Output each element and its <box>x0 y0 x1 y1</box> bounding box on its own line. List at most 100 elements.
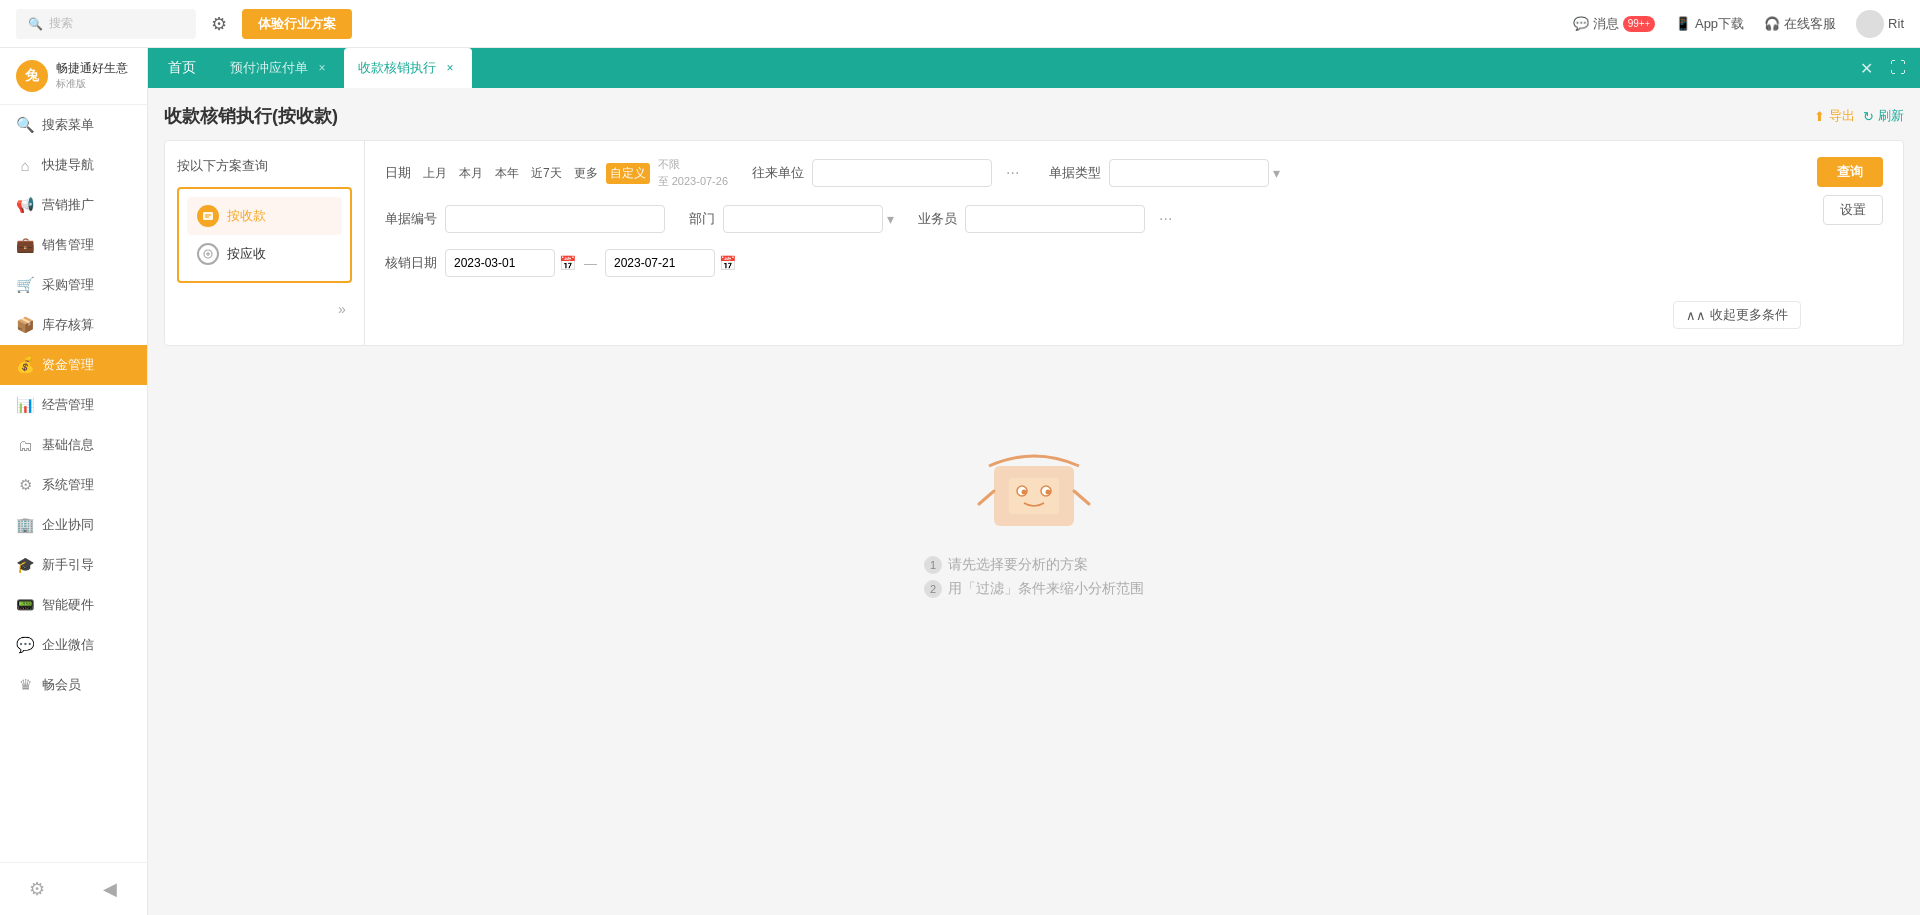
writeoff-date-start-input[interactable] <box>445 249 555 277</box>
message-icon: 💬 <box>1573 16 1589 31</box>
filter-voucher-no-field: 单据编号 <box>385 205 665 233</box>
sidebar-item-purchase[interactable]: 🛒 采购管理 <box>0 265 147 305</box>
sidebar-item-marketing[interactable]: 📢 营销推广 <box>0 185 147 225</box>
partner-input[interactable] <box>812 159 992 187</box>
industry-btn[interactable]: 体验行业方案 <box>242 9 352 39</box>
department-dropdown[interactable]: ▾ <box>887 211 894 227</box>
sidebar-collapse-icon[interactable]: ◀ <box>94 873 126 905</box>
svg-rect-0 <box>203 212 213 220</box>
refresh-btn[interactable]: ↻ 刷新 <box>1863 107 1904 125</box>
sidebar-item-wechat[interactable]: 💬 企业微信 <box>0 625 147 665</box>
voucher-no-input[interactable] <box>445 205 665 233</box>
quick-nav-icon: ⌂ <box>16 156 34 174</box>
voucher-type-input[interactable] <box>1109 159 1269 187</box>
logo-text-group: 畅捷通好生意 标准版 <box>56 61 128 91</box>
sidebar-item-enterprise[interactable]: 🏢 企业协同 <box>0 505 147 545</box>
date-last-month[interactable]: 上月 <box>419 163 451 184</box>
tab-home[interactable]: 首页 <box>148 48 216 88</box>
empty-hint-2: 2 用「过滤」条件来缩小分析范围 <box>924 580 1144 598</box>
user-item[interactable]: Rit <box>1856 10 1904 38</box>
salesperson-more-btn[interactable]: ··· <box>1153 208 1178 230</box>
inventory-icon: 📦 <box>16 316 34 334</box>
filter-by-receipt[interactable]: 按收款 <box>187 197 342 235</box>
system-icon: ⚙ <box>16 476 34 494</box>
writeoff-date-end-input[interactable] <box>605 249 715 277</box>
tab-close-all-icon[interactable]: ✕ <box>1852 54 1880 82</box>
query-btn[interactable]: 查询 <box>1817 157 1883 187</box>
sidebar-item-label: 库存核算 <box>42 316 94 334</box>
sidebar-item-hardware[interactable]: 📟 智能硬件 <box>0 585 147 625</box>
writeoff-date-start-icon[interactable]: 📅 <box>559 255 576 271</box>
sidebar-item-basic-info[interactable]: 🗂 基础信息 <box>0 425 147 465</box>
department-label: 部门 <box>689 210 715 228</box>
filter-by-receivable[interactable]: 按应收 <box>187 235 342 273</box>
svg-point-10 <box>1022 490 1027 495</box>
top-search-box[interactable]: 🔍 搜索 <box>16 9 196 39</box>
finance-icon: 💰 <box>16 356 34 374</box>
filter-collapse-btn[interactable]: » <box>332 299 352 319</box>
empty-hint-1: 1 请先选择要分析的方案 <box>924 556 1144 574</box>
basic-info-icon: 🗂 <box>16 436 34 454</box>
partner-more-btn[interactable]: ··· <box>1000 162 1025 184</box>
enterprise-icon: 🏢 <box>16 516 34 534</box>
sidebar-item-guide[interactable]: 🎓 新手引导 <box>0 545 147 585</box>
filter-voucher-type-field: 单据类型 ▾ <box>1049 159 1280 187</box>
sidebar-item-sales[interactable]: 💼 销售管理 <box>0 225 147 265</box>
search-placeholder: 搜索 <box>49 15 73 32</box>
sidebar-item-label: 快捷导航 <box>42 156 94 174</box>
partner-label: 往来单位 <box>752 164 804 182</box>
date-custom[interactable]: 自定义 <box>606 163 650 184</box>
date-this-month[interactable]: 本月 <box>455 163 487 184</box>
sidebar-item-label: 系统管理 <box>42 476 94 494</box>
sidebar-item-finance[interactable]: 💰 资金管理 <box>0 345 147 385</box>
sidebar-item-member[interactable]: ♛ 畅会员 <box>0 665 147 705</box>
salesperson-input[interactable] <box>965 205 1145 233</box>
app-download-item[interactable]: 📱 App下载 <box>1675 15 1744 33</box>
sidebar-item-system[interactable]: ⚙ 系统管理 <box>0 465 147 505</box>
sidebar-item-search-menu[interactable]: 🔍 搜索菜单 <box>0 105 147 145</box>
filter-department-field: 部门 ▾ <box>689 205 894 233</box>
sidebar-nav: 🔍 搜索菜单 ⌂ 快捷导航 📢 营销推广 💼 销售管理 🛒 采购管理 📦 <box>0 105 147 862</box>
tab-prepay-close[interactable]: × <box>314 60 330 76</box>
department-input[interactable] <box>723 205 883 233</box>
filter-row-3: 核销日期 📅 — 📅 <box>385 249 1801 277</box>
tab-receipt-writeoff-close[interactable]: × <box>442 60 458 76</box>
tab-bar-actions: ✕ ⛶ <box>1852 54 1920 82</box>
user-avatar <box>1856 10 1884 38</box>
empty-illustration <box>974 426 1094 536</box>
hint-num-1: 1 <box>924 556 942 574</box>
writeoff-date-end-icon[interactable]: 📅 <box>719 255 736 271</box>
sidebar-item-inventory[interactable]: 📦 库存核算 <box>0 305 147 345</box>
date-7days[interactable]: 近7天 <box>527 163 566 184</box>
tab-prepay[interactable]: 预付冲应付单 × <box>216 48 344 88</box>
page-content: 收款核销执行(按收款) ⬆ 导出 ↻ 刷新 按以下方案查询 <box>148 88 1920 915</box>
online-service-item[interactable]: 🎧 在线客服 <box>1764 15 1836 33</box>
date-this-year[interactable]: 本年 <box>491 163 523 184</box>
writeoff-date-end-group: 📅 <box>605 249 736 277</box>
tab-receipt-writeoff[interactable]: 收款核销执行 × <box>344 48 472 88</box>
export-btn[interactable]: ⬆ 导出 <box>1814 107 1855 125</box>
setting-btn[interactable]: 设置 <box>1823 195 1883 225</box>
sidebar-item-operations[interactable]: 📊 经营管理 <box>0 385 147 425</box>
collapse-more-label: 收起更多条件 <box>1710 306 1788 324</box>
member-icon: ♛ <box>16 676 34 694</box>
sidebar-item-label: 新手引导 <box>42 556 94 574</box>
logo-icon: 兔 <box>16 60 48 92</box>
sidebar: 兔 畅捷通好生意 标准版 🔍 搜索菜单 ⌂ 快捷导航 📢 营销推广 💼 销售管理 <box>0 48 148 915</box>
date-no-limit: 不限 <box>658 157 728 172</box>
writeoff-date-start-group: 📅 <box>445 249 576 277</box>
gear-icon[interactable]: ⚙ <box>204 9 234 39</box>
collapse-more-btn[interactable]: ∧∧ 收起更多条件 <box>1673 301 1801 329</box>
tab-expand-icon[interactable]: ⛶ <box>1884 54 1912 82</box>
filter-left-title: 按以下方案查询 <box>177 157 352 175</box>
sidebar-item-quick-nav[interactable]: ⌂ 快捷导航 <box>0 145 147 185</box>
sidebar-item-label: 资金管理 <box>42 356 94 374</box>
page-title: 收款核销执行(按收款) <box>164 104 338 128</box>
voucher-type-dropdown[interactable]: ▾ <box>1273 165 1280 181</box>
sidebar-settings-icon[interactable]: ⚙ <box>21 873 53 905</box>
sidebar-bottom: ⚙ ◀ <box>0 862 147 915</box>
search-menu-icon: 🔍 <box>16 116 34 134</box>
date-more[interactable]: 更多 <box>570 163 602 184</box>
messages-item[interactable]: 💬 消息 99+ <box>1573 15 1655 33</box>
by-receipt-label: 按收款 <box>227 207 266 225</box>
